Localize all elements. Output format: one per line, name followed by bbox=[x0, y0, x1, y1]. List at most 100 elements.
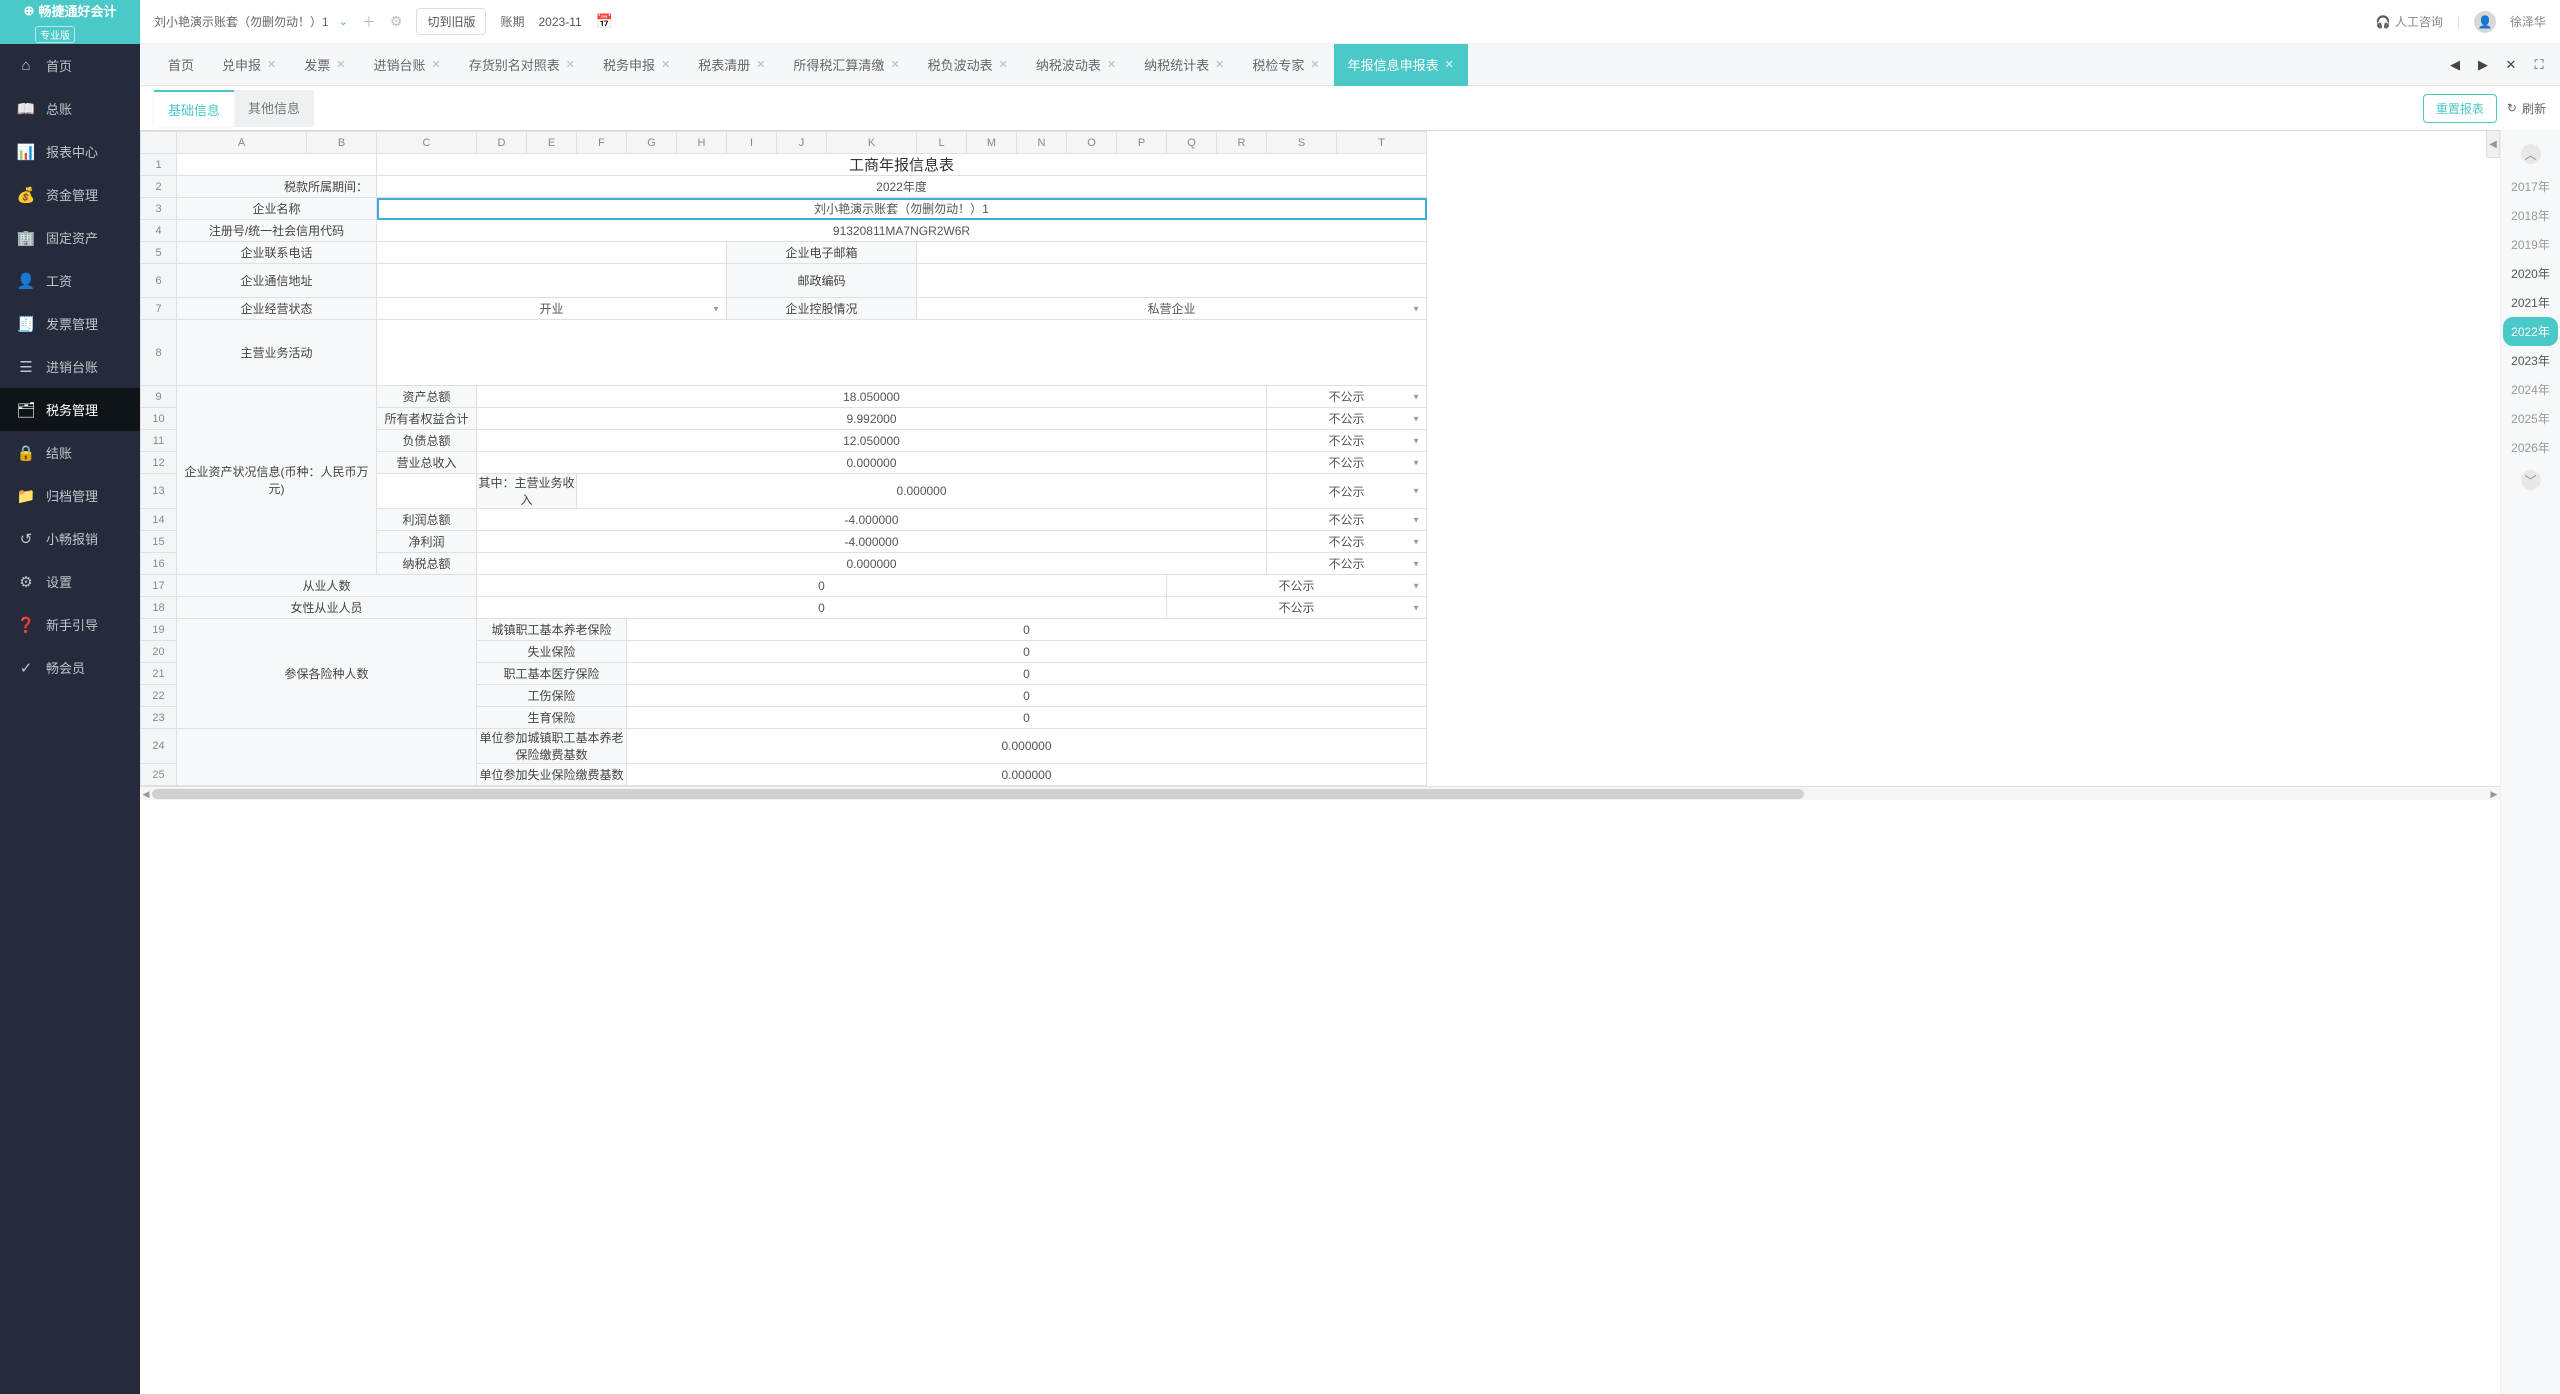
year-2023年[interactable]: 2023年 bbox=[2503, 346, 2558, 375]
close-icon[interactable]: ✕ bbox=[1310, 58, 1319, 71]
year-2022年[interactable]: 2022年 bbox=[2503, 317, 2558, 346]
account-selector[interactable]: 刘小艳演示账套（勿删勿动！）1 ⌄ bbox=[154, 13, 348, 30]
publish-select[interactable]: 不公示 bbox=[1267, 452, 1427, 474]
consult-link[interactable]: 🎧人工咨询 bbox=[2376, 13, 2443, 30]
year-down-button[interactable]: ﹀ bbox=[2521, 470, 2541, 490]
close-icon[interactable]: ✕ bbox=[1445, 58, 1454, 71]
close-icon[interactable]: ✕ bbox=[999, 58, 1008, 71]
username[interactable]: 徐泽华 bbox=[2510, 13, 2546, 30]
sidebar-item-13[interactable]: ❓新手引导 bbox=[0, 603, 140, 646]
plus-icon[interactable]: ＋ bbox=[362, 12, 376, 32]
sidebar-item-1[interactable]: 📖总账 bbox=[0, 87, 140, 130]
subtab-1[interactable]: 其他信息 bbox=[234, 90, 314, 127]
brand-logo: ⊕畅捷通好会计 专业版 bbox=[0, 0, 140, 44]
tab-0[interactable]: 首页 bbox=[154, 44, 208, 86]
close-icon[interactable]: ✕ bbox=[890, 58, 899, 71]
publish-select[interactable]: 不公示 bbox=[1267, 408, 1427, 430]
sidebar-icon: ☰ bbox=[18, 359, 34, 375]
publish-select[interactable]: 不公示 bbox=[1267, 474, 1427, 509]
tab-label: 存货别名对照表 bbox=[469, 55, 560, 74]
tab-5[interactable]: 税务申报✕ bbox=[589, 44, 684, 86]
sidebar-item-0[interactable]: ⌂首页 bbox=[0, 44, 140, 87]
sidebar-item-label: 新手引导 bbox=[46, 615, 98, 634]
tab-2[interactable]: 发票✕ bbox=[290, 44, 359, 86]
sidebar-item-label: 小畅报销 bbox=[46, 529, 98, 548]
sidebar-item-8[interactable]: 🗂税务管理 bbox=[0, 388, 140, 431]
tab-label: 首页 bbox=[168, 55, 194, 74]
switch-old-button[interactable]: 切到旧版 bbox=[416, 8, 486, 35]
publish-select[interactable]: 不公示 bbox=[1267, 509, 1427, 531]
year-2020年[interactable]: 2020年 bbox=[2503, 259, 2558, 288]
holding-select[interactable]: 私营企业 bbox=[917, 298, 1427, 320]
close-icon[interactable]: ✕ bbox=[336, 58, 345, 71]
sidebar-item-2[interactable]: 📊报表中心 bbox=[0, 130, 140, 173]
subtab-0[interactable]: 基础信息 bbox=[154, 90, 234, 127]
horizontal-scrollbar[interactable]: ◀▶ bbox=[140, 786, 2500, 800]
publish-select[interactable]: 不公示 bbox=[1167, 597, 1427, 619]
close-icon[interactable]: ✕ bbox=[267, 58, 276, 71]
sidebar-item-12[interactable]: ⚙设置 bbox=[0, 560, 140, 603]
tab-1[interactable]: 兑申报✕ bbox=[208, 44, 290, 86]
publish-select[interactable]: 不公示 bbox=[1267, 531, 1427, 553]
sidebar-item-label: 固定资产 bbox=[46, 228, 98, 247]
year-2025年[interactable]: 2025年 bbox=[2503, 404, 2558, 433]
refresh-icon: ↻ bbox=[2507, 101, 2517, 115]
tab-close-all-button[interactable]: ✕ bbox=[2498, 52, 2524, 78]
gear-icon[interactable]: ⚙ bbox=[390, 13, 403, 30]
tab-12[interactable]: 年报信息申报表 ✕ bbox=[1334, 44, 1468, 86]
close-icon[interactable]: ✕ bbox=[1107, 58, 1116, 71]
close-icon[interactable]: ✕ bbox=[1215, 58, 1224, 71]
close-icon[interactable]: ✕ bbox=[756, 58, 765, 71]
year-2021年[interactable]: 2021年 bbox=[2503, 288, 2558, 317]
spreadsheet[interactable]: ABCDEFGHIJKLMNOPQRST1工商年报信息表2税款所属期间：2022… bbox=[140, 130, 2500, 1394]
tab-3[interactable]: 进销台账✕ bbox=[359, 44, 454, 86]
year-up-button[interactable]: ︿ bbox=[2521, 144, 2541, 164]
close-icon[interactable]: ✕ bbox=[432, 58, 441, 71]
publish-select[interactable]: 不公示 bbox=[1267, 553, 1427, 575]
sidebar-item-9[interactable]: 🔒结账 bbox=[0, 431, 140, 474]
publish-select[interactable]: 不公示 bbox=[1267, 386, 1427, 408]
tab-prev-button[interactable]: ◀ bbox=[2442, 52, 2468, 78]
tab-label: 纳税统计表 bbox=[1144, 55, 1209, 74]
enterprise-name-cell[interactable]: 刘小艳演示账套（勿删勿动！）1 bbox=[377, 198, 1427, 220]
close-icon[interactable]: ✕ bbox=[566, 58, 575, 71]
sidebar-item-14[interactable]: ✓畅会员 bbox=[0, 646, 140, 689]
sidebar-item-11[interactable]: ↺小畅报销 bbox=[0, 517, 140, 560]
year-2024年[interactable]: 2024年 bbox=[2503, 375, 2558, 404]
collapse-rail-button[interactable]: ◀ bbox=[2486, 130, 2500, 158]
avatar[interactable]: 👤 bbox=[2474, 11, 2496, 33]
publish-select[interactable]: 不公示 bbox=[1167, 575, 1427, 597]
calendar-icon[interactable]: 📅 bbox=[596, 13, 613, 30]
fullscreen-button[interactable]: ⛶ bbox=[2526, 52, 2552, 78]
year-2019年[interactable]: 2019年 bbox=[2503, 230, 2558, 259]
tab-11[interactable]: 税检专家 ✕ bbox=[1238, 44, 1333, 86]
reset-report-button[interactable]: 重置报表 bbox=[2423, 94, 2497, 123]
refresh-button[interactable]: ↻刷新 bbox=[2507, 100, 2546, 117]
year-2026年[interactable]: 2026年 bbox=[2503, 433, 2558, 462]
status-select[interactable]: 开业 bbox=[377, 298, 727, 320]
sidebar-item-10[interactable]: 📁归档管理 bbox=[0, 474, 140, 517]
close-icon[interactable]: ✕ bbox=[661, 58, 670, 71]
publish-select[interactable]: 不公示 bbox=[1267, 430, 1427, 452]
year-2018年[interactable]: 2018年 bbox=[2503, 201, 2558, 230]
sidebar-icon: 💰 bbox=[18, 187, 34, 203]
sidebar-item-label: 结账 bbox=[46, 443, 72, 462]
sidebar-icon: 🗂 bbox=[18, 402, 34, 418]
tab-label: 年报信息申报表 bbox=[1348, 55, 1439, 74]
sidebar-item-4[interactable]: 🏢固定资产 bbox=[0, 216, 140, 259]
tab-6[interactable]: 税表清册✕ bbox=[684, 44, 779, 86]
sidebar: ⊕畅捷通好会计 专业版 ⌂首页📖总账📊报表中心💰资金管理🏢固定资产👤工资🧾发票管… bbox=[0, 0, 140, 1394]
period-value[interactable]: 2023-11 bbox=[539, 15, 582, 29]
sidebar-item-3[interactable]: 💰资金管理 bbox=[0, 173, 140, 216]
sidebar-item-6[interactable]: 🧾发票管理 bbox=[0, 302, 140, 345]
sidebar-item-7[interactable]: ☰进销台账 bbox=[0, 345, 140, 388]
tab-8[interactable]: 税负波动表✕ bbox=[914, 44, 1022, 86]
tab-10[interactable]: 纳税统计表 ✕ bbox=[1130, 44, 1238, 86]
tab-9[interactable]: 纳税波动表✕ bbox=[1022, 44, 1130, 86]
tab-7[interactable]: 所得税汇算清缴✕ bbox=[779, 44, 913, 86]
tab-label: 税检专家 bbox=[1252, 55, 1304, 74]
sidebar-item-5[interactable]: 👤工资 bbox=[0, 259, 140, 302]
year-2017年[interactable]: 2017年 bbox=[2503, 172, 2558, 201]
tab-next-button[interactable]: ▶ bbox=[2470, 52, 2496, 78]
tab-4[interactable]: 存货别名对照表 ✕ bbox=[455, 44, 589, 86]
